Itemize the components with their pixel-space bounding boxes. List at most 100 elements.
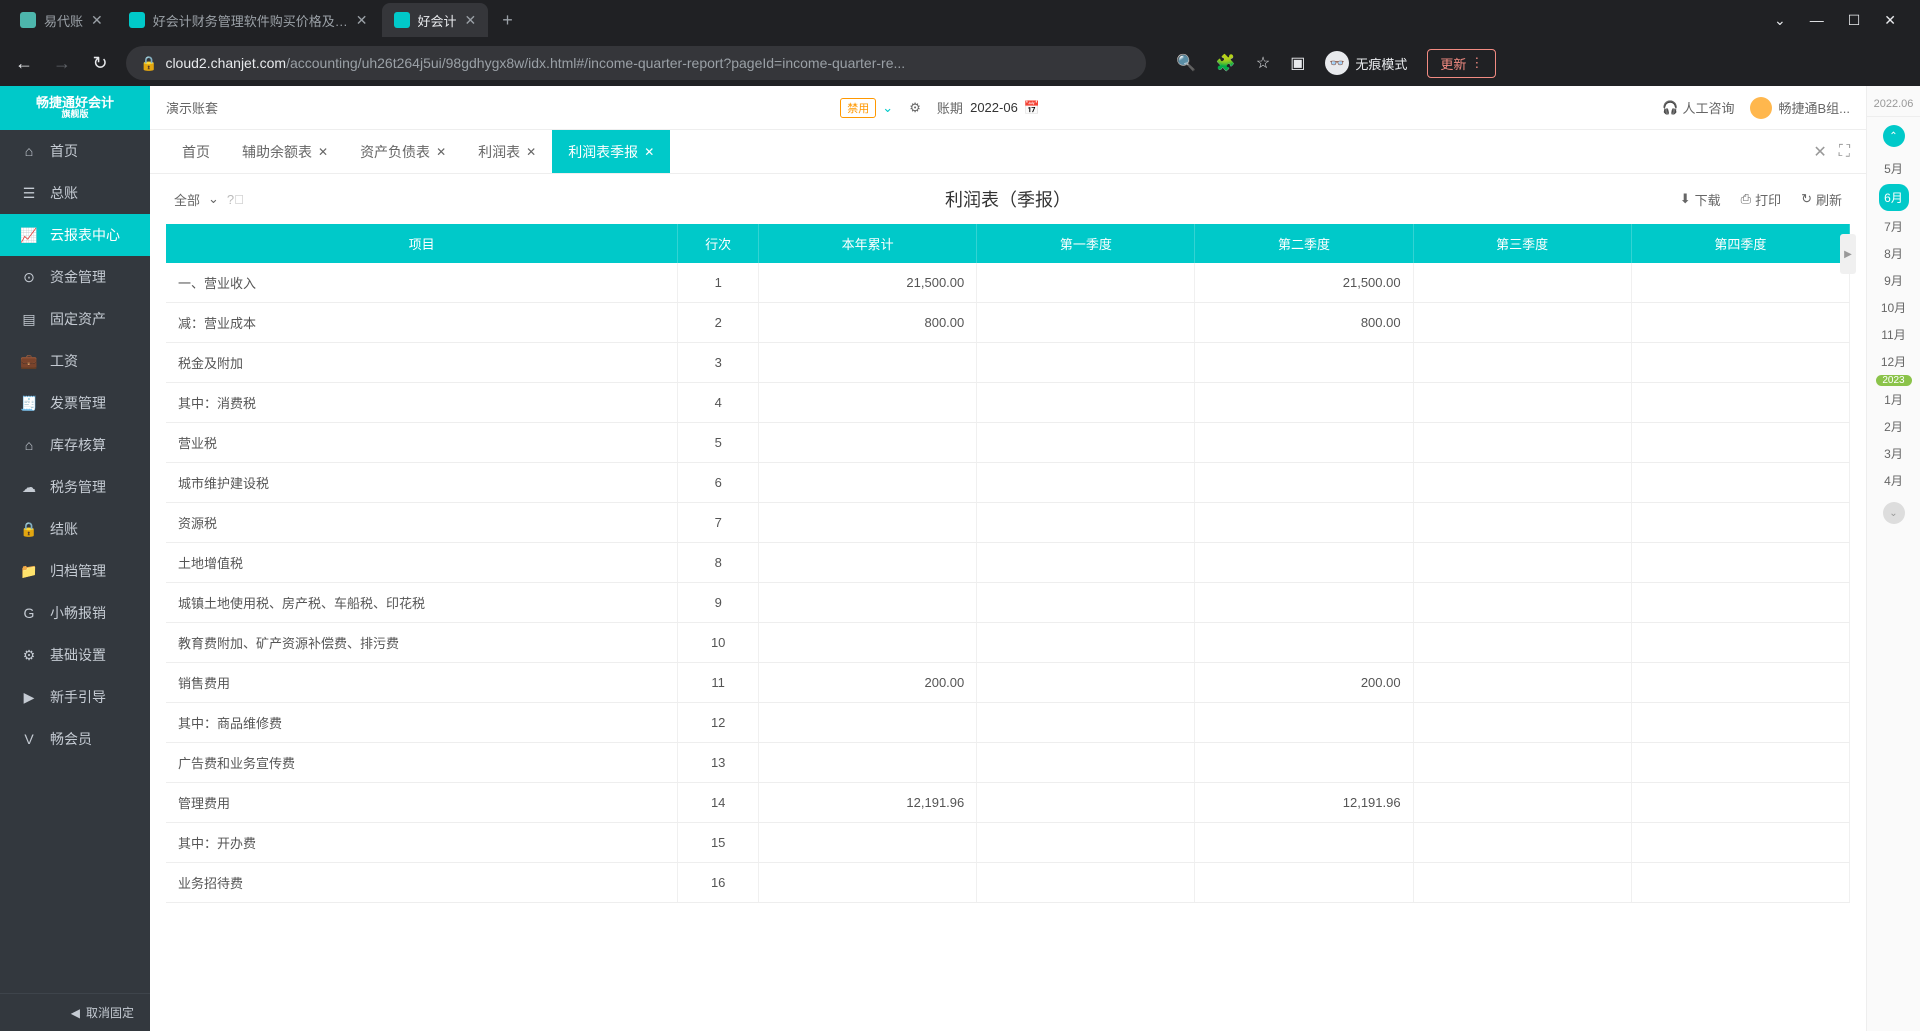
table-row[interactable]: 管理费用1412,191.9612,191.96 xyxy=(166,783,1850,823)
url-bar[interactable]: 🔒 cloud2.chanjet.com/accounting/uh26t264… xyxy=(126,46,1146,80)
period-value[interactable]: 2022-06 xyxy=(970,100,1018,115)
sidebar-item[interactable]: ⊙资金管理 xyxy=(0,256,150,298)
tab-close-icon[interactable]: ✕ xyxy=(91,12,103,29)
sidebar-item[interactable]: 🧾发票管理 xyxy=(0,382,150,424)
update-button[interactable]: 更新 ⋮ xyxy=(1427,49,1496,78)
sidebar-item[interactable]: V畅会员 xyxy=(0,718,150,760)
table-row[interactable]: 一、营业收入121,500.0021,500.00 xyxy=(166,263,1850,303)
status-dropdown-icon[interactable]: ⌄ xyxy=(882,100,893,116)
settings-icon[interactable]: ⚙ xyxy=(909,100,921,116)
period-month[interactable]: 9月 xyxy=(1879,267,1909,294)
tab-close-icon[interactable]: ✕ xyxy=(526,145,536,159)
sidebar-item[interactable]: ⌂首页 xyxy=(0,130,150,172)
window-close-icon[interactable]: ✕ xyxy=(1884,12,1896,29)
window-dropdown-icon[interactable]: ⌄ xyxy=(1774,12,1786,29)
table-row[interactable]: 营业税5 xyxy=(166,423,1850,463)
report-action[interactable]: ⎙打印 xyxy=(1741,190,1781,209)
tabs-fullscreen-icon[interactable]: ⛶ xyxy=(1839,143,1850,161)
sidebar-item[interactable]: ⚙基础设置 xyxy=(0,634,150,676)
table-row[interactable]: 城镇土地使用税、房产税、车船税、印花税9 xyxy=(166,583,1850,623)
bookmark-icon[interactable]: ☆ xyxy=(1256,53,1270,73)
table-row[interactable]: 其中：消费税4 xyxy=(166,383,1850,423)
nav-back-icon[interactable]: ← xyxy=(12,53,36,74)
sidebar-item[interactable]: ⌂库存核算 xyxy=(0,424,150,466)
sidebar-item[interactable]: ☁税务管理 xyxy=(0,466,150,508)
calendar-icon[interactable]: 📅 xyxy=(1024,100,1040,116)
tab-close-icon[interactable]: ✕ xyxy=(436,145,446,159)
report-action[interactable]: ⬇下载 xyxy=(1680,190,1721,209)
sidebar-item[interactable]: ▤固定资产 xyxy=(0,298,150,340)
period-month[interactable]: 3月 xyxy=(1884,440,1903,467)
window-minimize-icon[interactable]: — xyxy=(1810,12,1824,28)
filter-select[interactable]: 全部 ⌄ ?⃝ xyxy=(174,190,244,209)
cell-q2 xyxy=(1195,343,1413,383)
next-year-badge: 2023 xyxy=(1876,375,1912,386)
tab-close-icon[interactable]: ✕ xyxy=(465,12,477,29)
user-menu[interactable]: 畅捷通B组... xyxy=(1750,97,1850,119)
cell-q1 xyxy=(977,543,1195,583)
table-row[interactable]: 土地增值税8 xyxy=(166,543,1850,583)
status-badge[interactable]: 禁用 xyxy=(840,98,876,118)
period-month[interactable]: 11月 xyxy=(1879,321,1909,348)
sidebar-item[interactable]: 💼工资 xyxy=(0,340,150,382)
action-label: 刷新 xyxy=(1816,190,1842,209)
help-icon[interactable]: ?⃝ xyxy=(227,192,244,207)
sidebar-item-label: 库存核算 xyxy=(50,435,106,455)
app-tab[interactable]: 资产负债表✕ xyxy=(344,130,462,173)
window-maximize-icon[interactable]: ☐ xyxy=(1848,12,1861,29)
report-action[interactable]: ↻刷新 xyxy=(1801,190,1842,209)
action-label: 下载 xyxy=(1695,190,1721,209)
period-scroll-down[interactable]: ⌄ xyxy=(1883,502,1905,524)
sidebar-item[interactable]: ☰总账 xyxy=(0,172,150,214)
logo[interactable]: 畅捷通好会计 旗舰版 xyxy=(0,86,150,130)
period-month[interactable]: 7月 xyxy=(1879,213,1909,240)
period-month[interactable]: 1月 xyxy=(1884,386,1903,413)
extensions-icon[interactable]: 🧩 xyxy=(1216,53,1236,73)
table-row[interactable]: 减：营业成本2800.00800.00 xyxy=(166,303,1850,343)
table-row[interactable]: 城市维护建设税6 xyxy=(166,463,1850,503)
period-scroll-up[interactable]: ⌃ xyxy=(1883,125,1905,147)
browser-tab[interactable]: 易代账✕ xyxy=(8,3,115,37)
app-tab[interactable]: 首页 xyxy=(166,130,226,173)
app-tab[interactable]: 利润表✕ xyxy=(462,130,552,173)
table-row[interactable]: 教育费附加、矿产资源补偿费、排污费10 xyxy=(166,623,1850,663)
customer-service-button[interactable]: 🎧 人工咨询 xyxy=(1662,98,1734,117)
table-row[interactable]: 税金及附加3 xyxy=(166,343,1850,383)
period-month[interactable]: 5月 xyxy=(1879,155,1909,182)
period-month[interactable]: 2月 xyxy=(1884,413,1903,440)
table-row[interactable]: 资源税7 xyxy=(166,503,1850,543)
period-month[interactable]: 12月 xyxy=(1879,348,1909,375)
nav-forward-icon[interactable]: → xyxy=(50,53,74,74)
sidebar-item[interactable]: ▶新手引导 xyxy=(0,676,150,718)
browser-tab[interactable]: 好会计财务管理软件购买价格及…✕ xyxy=(117,3,380,37)
cell-q2 xyxy=(1195,503,1413,543)
tab-close-icon[interactable]: ✕ xyxy=(644,145,654,159)
period-month[interactable]: 8月 xyxy=(1879,240,1909,267)
period-month[interactable]: 10月 xyxy=(1879,294,1909,321)
sidebar-unpin[interactable]: ◀ 取消固定 xyxy=(0,993,150,1031)
app-tab[interactable]: 辅助余额表✕ xyxy=(226,130,344,173)
qr-icon[interactable]: ▣ xyxy=(1290,53,1305,73)
table-row[interactable]: 广告费和业务宣传费13 xyxy=(166,743,1850,783)
sidebar-item[interactable]: G小畅报销 xyxy=(0,592,150,634)
cell-q3 xyxy=(1413,463,1631,503)
table-row[interactable]: 销售费用11200.00200.00 xyxy=(166,663,1850,703)
table-row[interactable]: 其中：商品维修费12 xyxy=(166,703,1850,743)
sidebar-item[interactable]: 🔒结账 xyxy=(0,508,150,550)
table-row[interactable]: 其中：开办费15 xyxy=(166,823,1850,863)
tab-close-icon[interactable]: ✕ xyxy=(318,145,328,159)
sidebar-item[interactable]: 📈云报表中心 xyxy=(0,214,150,256)
period-month[interactable]: 6月 xyxy=(1879,184,1909,211)
browser-tab[interactable]: 好会计✕ xyxy=(382,3,489,37)
period-month[interactable]: 4月 xyxy=(1884,467,1903,494)
tabs-close-all-icon[interactable]: ✕ xyxy=(1813,142,1826,162)
table-row[interactable]: 业务招待费16 xyxy=(166,863,1850,903)
account-select[interactable]: 演示账套 xyxy=(166,98,218,117)
new-tab-button[interactable]: + xyxy=(490,10,525,31)
nav-reload-icon[interactable]: ↻ xyxy=(88,53,112,74)
app-tab[interactable]: 利润表季报✕ xyxy=(552,130,670,173)
zoom-icon[interactable]: 🔍 xyxy=(1176,53,1196,73)
tab-close-icon[interactable]: ✕ xyxy=(356,12,368,29)
sidebar-item[interactable]: 📁归档管理 xyxy=(0,550,150,592)
column-scroll-right[interactable]: ▶ xyxy=(1840,234,1856,274)
